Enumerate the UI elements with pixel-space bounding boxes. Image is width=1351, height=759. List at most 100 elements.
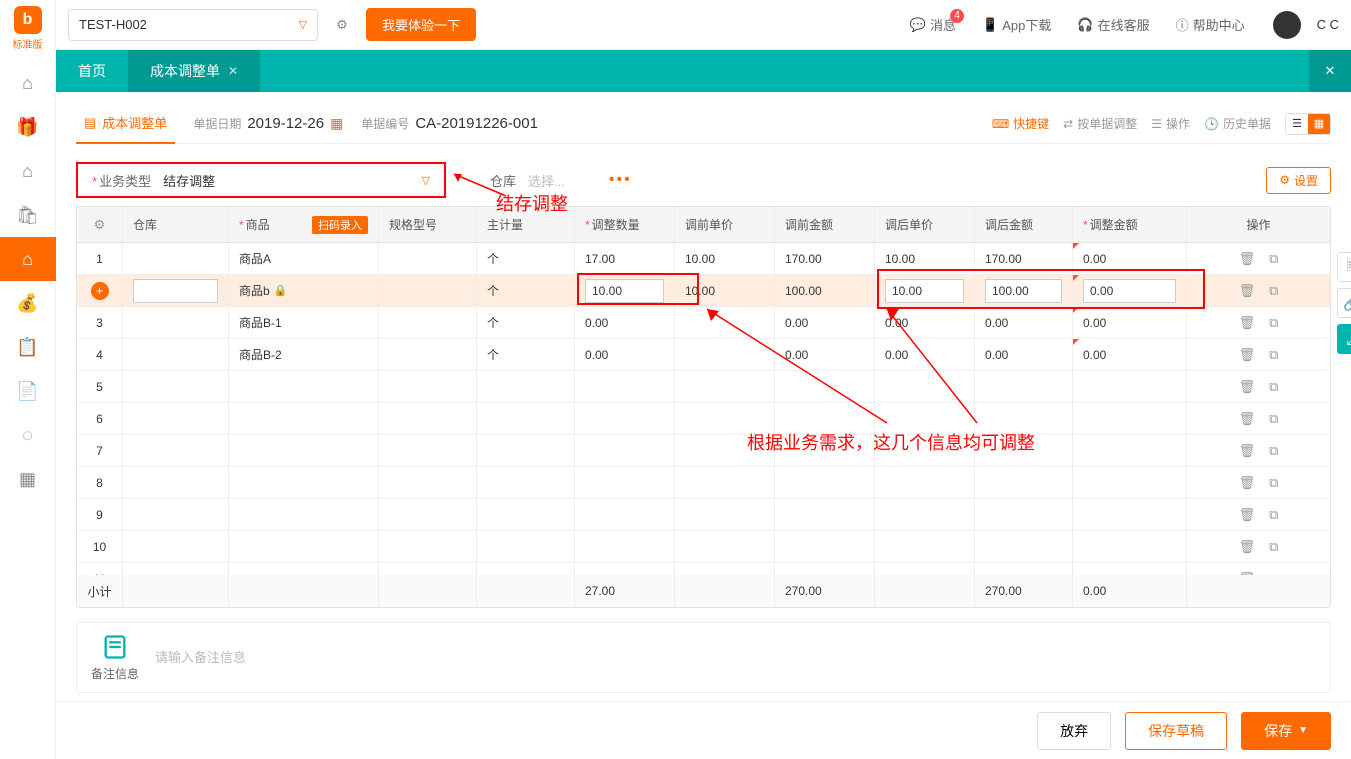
more-filters[interactable]: ••• (609, 171, 632, 189)
table-row[interactable]: 3商品B-1个0.000.000.000.000.00🗑⧉ (77, 307, 1330, 339)
qty-input[interactable]: 10.00 (585, 279, 664, 303)
avatar[interactable] (1273, 11, 1301, 39)
copy-icon[interactable]: ⧉ (1269, 475, 1278, 491)
copy-icon[interactable]: ⧉ (1269, 379, 1278, 395)
nav-bag-icon[interactable]: 🛍 (0, 193, 56, 237)
phone-icon: 📱 (982, 17, 998, 33)
help-icon: ⓘ (1176, 15, 1189, 34)
nav-new-icon[interactable]: ▦ (0, 457, 56, 501)
by-doc-link[interactable]: ⇄按单据调整 (1063, 115, 1137, 132)
table-gear-icon[interactable]: ⚙ (94, 217, 106, 233)
delete-icon[interactable]: 🗑 (1239, 507, 1256, 523)
data-table: ⚙ 仓库 *商品扫码录入 规格型号 主计量 *调整数量 调前单价 调前金额 调后… (76, 206, 1331, 608)
copy-icon[interactable]: ⧉ (1269, 283, 1278, 299)
table-row[interactable]: 10🗑⧉ (77, 531, 1330, 563)
close-icon[interactable]: ✕ (228, 64, 238, 78)
view-grid-icon[interactable]: ▦ (1308, 114, 1330, 134)
table-row[interactable]: 5🗑⧉ (77, 371, 1330, 403)
service-link[interactable]: 🎧 在线客服 (1077, 15, 1149, 34)
history-link[interactable]: 🕓历史单据 (1204, 115, 1271, 132)
ops-link[interactable]: ☰操作 (1151, 115, 1190, 132)
table-row[interactable]: 9🗑⧉ (77, 499, 1330, 531)
rail-expand-icon[interactable]: ⤢ (1337, 324, 1351, 354)
table-row[interactable]: 1商品A个17.0010.00170.0010.00170.000.00🗑⧉ (77, 243, 1330, 275)
download-link[interactable]: 📱 App下载 (982, 15, 1051, 34)
biz-type-select[interactable]: *业务类型 结存调整 ▽ (76, 162, 446, 198)
message-badge: 4 (950, 9, 964, 23)
save-button[interactable]: 保存▼ (1241, 712, 1331, 750)
nav-doc-icon[interactable]: 📄 (0, 369, 56, 413)
tab-home[interactable]: 首页 (56, 50, 128, 92)
copy-icon[interactable]: ⧉ (1269, 315, 1278, 331)
nav-gift-icon[interactable]: 🎁 (0, 105, 56, 149)
list-icon: ☰ (1151, 117, 1162, 131)
copy-icon[interactable]: ⧉ (1269, 571, 1278, 576)
nav-warehouse-icon[interactable]: ⌂ (0, 237, 56, 281)
calendar-icon[interactable]: ▦ (330, 115, 343, 132)
settings-button[interactable]: ⚙设置 (1266, 167, 1331, 194)
save-draft-button[interactable]: 保存草稿 (1125, 712, 1227, 750)
doc-number: CA-20191226-001 (415, 115, 538, 132)
messages-link[interactable]: 💬 消息 4 (910, 15, 956, 34)
copy-icon[interactable]: ⧉ (1269, 347, 1278, 363)
help-link[interactable]: ⓘ 帮助中心 (1176, 15, 1245, 34)
adjust-icon: ⇄ (1063, 117, 1073, 131)
company-select[interactable]: TEST-H002 ▽ (68, 9, 318, 41)
doc-header: ▤ 成本调整单 单据日期 2019-12-26 ▦ 单据编号 CA-201912… (76, 104, 1331, 144)
table-row[interactable]: 7🗑⧉ (77, 435, 1330, 467)
rail-note-icon[interactable]: 🗎 (1337, 252, 1351, 282)
delete-icon[interactable]: 🗑 (1239, 347, 1256, 363)
table-row[interactable]: 11🗑⧉ (77, 563, 1330, 575)
copy-icon[interactable]: ⧉ (1269, 251, 1278, 267)
rail-link-icon[interactable]: 🔗 (1337, 288, 1351, 318)
delete-icon[interactable]: 🗑 (1239, 539, 1256, 555)
warehouse-select[interactable]: 仓库 选择... (476, 162, 579, 198)
copy-icon[interactable]: ⧉ (1269, 539, 1278, 555)
copy-icon[interactable]: ⧉ (1269, 443, 1278, 459)
nav-home-icon[interactable]: ⌂ (0, 61, 56, 105)
scan-button[interactable]: 扫码录入 (312, 216, 368, 234)
history-icon: 🕓 (1204, 117, 1219, 131)
delete-icon[interactable]: 🗑 (1239, 315, 1256, 331)
quick-key-link[interactable]: ⌨快捷键 (992, 115, 1049, 132)
copy-icon[interactable]: ⧉ (1269, 507, 1278, 523)
delete-icon[interactable]: 🗑 (1239, 571, 1256, 576)
copy-icon[interactable]: ⧉ (1269, 411, 1278, 427)
remark-input[interactable] (155, 650, 1316, 665)
nav-sync-icon[interactable]: ◌ (0, 413, 56, 457)
delete-icon[interactable]: 🗑 (1239, 475, 1256, 491)
delete-icon[interactable]: 🗑 (1239, 379, 1256, 395)
delete-icon[interactable]: 🗑 (1239, 443, 1256, 459)
nav-bank-icon[interactable]: ⌂ (0, 149, 56, 193)
delete-icon[interactable]: 🗑 (1239, 283, 1256, 299)
delete-icon[interactable]: 🗑 (1239, 411, 1256, 427)
close-all-tabs[interactable]: ✕ (1309, 50, 1351, 92)
wh-input[interactable] (133, 279, 218, 303)
adj-input[interactable]: 0.00 (1083, 279, 1176, 303)
nav-clipboard-icon[interactable]: 📋 (0, 325, 56, 369)
gear-icon[interactable]: ⚙ (328, 11, 356, 39)
aprice-input[interactable]: 10.00 (885, 279, 964, 303)
nav-money-icon[interactable]: 💰 (0, 281, 56, 325)
doc-date[interactable]: 2019-12-26 (247, 115, 324, 132)
brand-logo: b (14, 6, 42, 34)
doc-type-tab[interactable]: ▤ 成本调整单 (76, 104, 175, 144)
table-row[interactable]: 4商品B-2个0.000.000.000.000.00🗑⧉ (77, 339, 1330, 371)
col-adj: *调整金额 (1073, 207, 1187, 242)
discard-button[interactable]: 放弃 (1037, 712, 1111, 750)
col-qty: *调整数量 (575, 207, 675, 242)
aamt-input[interactable]: 100.00 (985, 279, 1062, 303)
tab-cost-adjust[interactable]: 成本调整单 ✕ (128, 50, 260, 92)
col-product: *商品扫码录入 (229, 207, 379, 242)
view-toggle[interactable]: ☰ ▦ (1285, 113, 1331, 135)
col-aamt: 调后金额 (975, 207, 1073, 242)
try-button[interactable]: 我要体验一下 (366, 8, 476, 41)
add-row-icon[interactable]: + (91, 282, 109, 300)
table-row[interactable]: +商品b🔒个10.0010.00100.0010.00100.000.00🗑⧉ (77, 275, 1330, 307)
chevron-down-icon: ▼ (1298, 725, 1308, 736)
delete-icon[interactable]: 🗑 (1239, 251, 1256, 267)
view-list-icon[interactable]: ☰ (1286, 114, 1308, 134)
table-row[interactable]: 8🗑⧉ (77, 467, 1330, 499)
lock-icon: 🔒 (274, 284, 288, 297)
table-row[interactable]: 6🗑⧉ (77, 403, 1330, 435)
